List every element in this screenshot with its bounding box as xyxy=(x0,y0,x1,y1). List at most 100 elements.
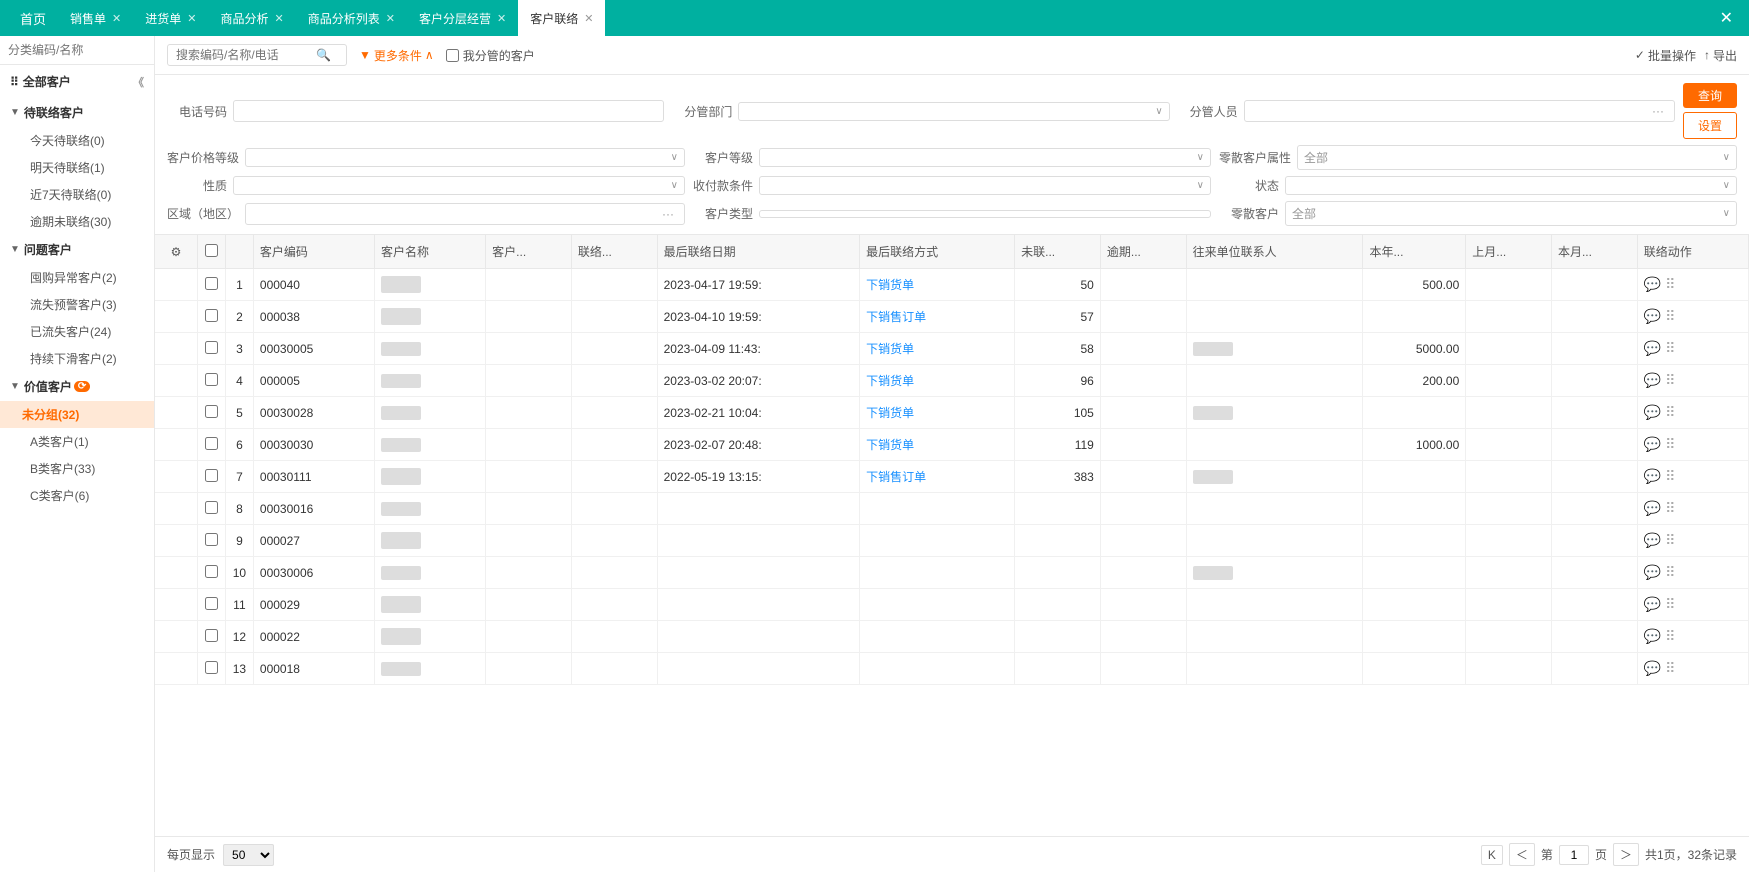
nav-home[interactable]: 首页 xyxy=(8,9,58,28)
row-checkbox[interactable] xyxy=(205,661,218,674)
first-page-btn[interactable]: K xyxy=(1481,845,1503,865)
row-checkbox[interactable] xyxy=(205,277,218,290)
grid-action-icon[interactable]: ⠿ xyxy=(1665,340,1675,357)
close-purchase-tab[interactable]: ✕ xyxy=(187,12,196,25)
last-method-link[interactable]: 下销货单 xyxy=(866,438,914,452)
row-checkbox[interactable] xyxy=(205,501,218,514)
sidebar-item-7days[interactable]: 近7天待联络(0) xyxy=(0,181,154,208)
row-checkbox[interactable] xyxy=(205,309,218,322)
chat-icon[interactable]: 💬 xyxy=(1644,500,1661,517)
close-customer-contact-tab[interactable]: ✕ xyxy=(584,12,593,25)
close-product-tab[interactable]: ✕ xyxy=(275,12,284,25)
sidebar-item-churn-warning[interactable]: 流失预警客户(3) xyxy=(0,291,154,318)
sidebar-item-abnormal[interactable]: 囤购异常客户(2) xyxy=(0,264,154,291)
next-page-btn[interactable]: ＞ xyxy=(1613,843,1639,866)
chat-icon[interactable]: 💬 xyxy=(1644,660,1661,677)
row-checkbox[interactable] xyxy=(205,341,218,354)
nav-tab-product-analysis[interactable]: 商品分析 ✕ xyxy=(208,0,295,36)
customer-type-select[interactable] xyxy=(759,210,1211,218)
chat-icon[interactable]: 💬 xyxy=(1644,468,1661,485)
more-conditions-btn[interactable]: ▼ 更多条件 ∧ xyxy=(359,47,434,64)
settings-col-header[interactable]: ⚙ xyxy=(155,235,197,269)
chat-icon[interactable]: 💬 xyxy=(1644,532,1661,549)
sidebar-all-customers[interactable]: ⠿ 全部客户 《 xyxy=(0,65,154,98)
last-method-link[interactable]: 下销货单 xyxy=(866,342,914,356)
grid-action-icon[interactable]: ⠿ xyxy=(1665,596,1675,613)
last-method-link[interactable]: 下销售订单 xyxy=(866,310,926,324)
nav-tab-sales[interactable]: 销售单 ✕ xyxy=(58,0,133,36)
page-number-input[interactable] xyxy=(1559,845,1589,865)
grid-action-icon[interactable]: ⠿ xyxy=(1665,372,1675,389)
customer-level-select[interactable]: ∨ xyxy=(759,148,1211,167)
chat-icon[interactable]: 💬 xyxy=(1644,308,1661,325)
close-customer-tier-tab[interactable]: ✕ xyxy=(497,12,506,25)
sidebar-group-pending-header[interactable]: ▼ 待联络客户 xyxy=(0,98,154,127)
row-checkbox[interactable] xyxy=(205,533,218,546)
grid-action-icon[interactable]: ⠿ xyxy=(1665,308,1675,325)
grid-action-icon[interactable]: ⠿ xyxy=(1665,628,1675,645)
person-more-icon[interactable]: ··· xyxy=(1648,104,1668,118)
prev-page-btn[interactable]: ＜ xyxy=(1509,843,1535,866)
export-btn[interactable]: ↑ 导出 xyxy=(1704,47,1737,64)
sidebar-item-ungrouped[interactable]: 未分组(32) xyxy=(0,401,154,428)
query-button[interactable]: 查询 xyxy=(1683,83,1737,108)
nav-tab-customer-tier[interactable]: 客户分层经营 ✕ xyxy=(407,0,518,36)
chat-icon[interactable]: 💬 xyxy=(1644,436,1661,453)
sidebar-item-churned[interactable]: 已流失客户(24) xyxy=(0,318,154,345)
sidebar-item-today[interactable]: 今天待联络(0) xyxy=(0,127,154,154)
sidebar-search-input[interactable] xyxy=(8,43,155,57)
select-all-checkbox[interactable] xyxy=(205,244,218,257)
grid-action-icon[interactable]: ⠿ xyxy=(1665,404,1675,421)
reset-button[interactable]: 设置 xyxy=(1683,112,1737,139)
grid-action-icon[interactable]: ⠿ xyxy=(1665,436,1675,453)
close-sales-tab[interactable]: ✕ xyxy=(112,12,121,25)
nav-tab-purchase[interactable]: 进货单 ✕ xyxy=(133,0,208,36)
last-method-link[interactable]: 下销货单 xyxy=(866,278,914,292)
window-close-button[interactable]: ✕ xyxy=(1712,8,1741,28)
per-page-select[interactable]: 50 100 200 xyxy=(223,844,274,866)
my-customers-check[interactable] xyxy=(446,49,459,62)
sidebar-group-problem-header[interactable]: ▼ 问题客户 xyxy=(0,235,154,264)
sidebar-item-overdue[interactable]: 逾期未联络(30) xyxy=(0,208,154,235)
sidebar-item-class-a[interactable]: A类客户(1) xyxy=(0,428,154,455)
chat-icon[interactable]: 💬 xyxy=(1644,404,1661,421)
my-customers-checkbox[interactable]: 我分管的客户 xyxy=(446,47,535,64)
retail-customer-select[interactable]: 全部 ∨ xyxy=(1285,201,1737,226)
sidebar-item-tomorrow[interactable]: 明天待联络(1) xyxy=(0,154,154,181)
status-select[interactable]: ∨ xyxy=(1285,176,1737,195)
person-select[interactable]: ··· xyxy=(1244,100,1675,122)
row-checkbox[interactable] xyxy=(205,565,218,578)
nav-tab-customer-contact[interactable]: 客户联络 ✕ xyxy=(518,0,605,36)
close-product-list-tab[interactable]: ✕ xyxy=(386,12,395,25)
chat-icon[interactable]: 💬 xyxy=(1644,628,1661,645)
row-checkbox[interactable] xyxy=(205,629,218,642)
grid-action-icon[interactable]: ⠿ xyxy=(1665,276,1675,293)
row-checkbox[interactable] xyxy=(205,437,218,450)
last-method-link[interactable]: 下销货单 xyxy=(866,406,914,420)
last-method-link[interactable]: 下销售订单 xyxy=(866,470,926,484)
retail-attr-select[interactable]: 全部 ∨ xyxy=(1297,145,1737,170)
batch-operations-btn[interactable]: ✓ 批量操作 xyxy=(1635,47,1696,64)
region-select[interactable]: ··· xyxy=(245,203,685,225)
gender-select[interactable]: ∨ xyxy=(233,176,685,195)
phone-input[interactable] xyxy=(233,100,664,122)
row-checkbox[interactable] xyxy=(205,469,218,482)
price-level-select[interactable]: ∨ xyxy=(245,148,685,167)
dept-select[interactable]: ∨ xyxy=(738,102,1169,121)
chat-icon[interactable]: 💬 xyxy=(1644,276,1661,293)
last-method-link[interactable]: 下销货单 xyxy=(866,374,914,388)
grid-action-icon[interactable]: ⠿ xyxy=(1665,500,1675,517)
grid-action-icon[interactable]: ⠿ xyxy=(1665,564,1675,581)
chat-icon[interactable]: 💬 xyxy=(1644,564,1661,581)
region-more-icon[interactable]: ··· xyxy=(658,207,678,221)
sidebar-item-class-b[interactable]: B类客户(33) xyxy=(0,455,154,482)
grid-action-icon[interactable]: ⠿ xyxy=(1665,660,1675,677)
filter-search-input[interactable] xyxy=(176,48,316,62)
row-checkbox[interactable] xyxy=(205,373,218,386)
chat-icon[interactable]: 💬 xyxy=(1644,596,1661,613)
sidebar-item-declining[interactable]: 持续下滑客户(2) xyxy=(0,345,154,372)
chat-icon[interactable]: 💬 xyxy=(1644,372,1661,389)
sidebar-item-class-c[interactable]: C类客户(6) xyxy=(0,482,154,509)
grid-action-icon[interactable]: ⠿ xyxy=(1665,468,1675,485)
row-checkbox[interactable] xyxy=(205,597,218,610)
